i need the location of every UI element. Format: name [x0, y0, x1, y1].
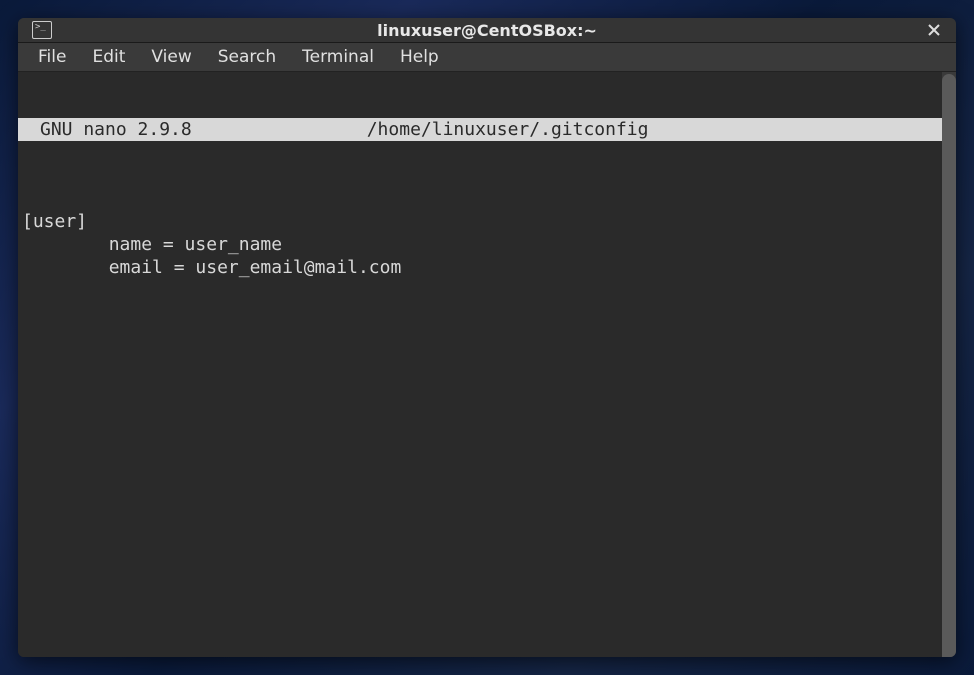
file-content[interactable]: [user] name = user_name email = user_ema…: [18, 187, 942, 657]
menu-help[interactable]: Help: [388, 43, 451, 71]
terminal-window: linuxuser@CentOSBox:~ File Edit View Sea…: [18, 18, 956, 657]
close-button[interactable]: [922, 18, 946, 42]
menu-terminal[interactable]: Terminal: [290, 43, 386, 71]
file-path: /home/linuxuser/.gitconfig: [367, 118, 649, 141]
window-titlebar[interactable]: linuxuser@CentOSBox:~: [18, 18, 956, 43]
menu-bar: File Edit View Search Terminal Help: [18, 43, 956, 72]
content-line: email = user_email@mail.com: [22, 257, 401, 278]
terminal-icon: [32, 21, 52, 39]
menu-file[interactable]: File: [26, 43, 78, 71]
editor-name: GNU nano 2.9.8: [40, 118, 192, 141]
close-icon: [927, 23, 941, 37]
content-line: name = user_name: [22, 234, 282, 255]
window-title: linuxuser@CentOSBox:~: [377, 21, 597, 40]
menu-view[interactable]: View: [139, 43, 203, 71]
menu-edit[interactable]: Edit: [80, 43, 137, 71]
scrollbar[interactable]: [942, 72, 956, 657]
terminal-area: GNU nano 2.9.8/home/linuxuser/.gitconfig…: [18, 72, 956, 657]
menu-search[interactable]: Search: [206, 43, 288, 71]
terminal-content[interactable]: GNU nano 2.9.8/home/linuxuser/.gitconfig…: [18, 72, 942, 657]
nano-header: GNU nano 2.9.8/home/linuxuser/.gitconfig: [18, 118, 942, 141]
scrollbar-thumb[interactable]: [942, 74, 956, 657]
content-line: [user]: [22, 211, 87, 232]
